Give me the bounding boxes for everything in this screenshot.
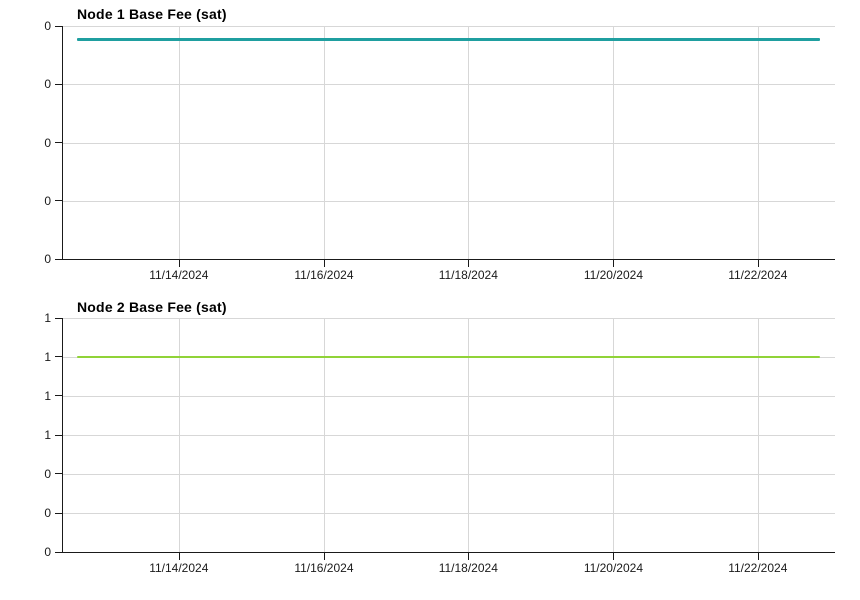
y-tick-label: 0 <box>44 466 51 481</box>
chart-title-node-2-base-fee: Node 2 Base Fee (sat) <box>77 299 227 315</box>
x-axis-tick <box>613 259 615 267</box>
y-axis-tick <box>55 317 63 319</box>
y-axis-tick <box>55 512 63 514</box>
x-tick-label: 11/16/2024 <box>294 268 354 282</box>
plot-area-node-1-base-fee: 0 0 0 0 0 11/14/2024 11/16/2024 11/18/2024 11/20… <box>44 19 835 282</box>
v-gridline <box>178 318 180 552</box>
y-tick-label: 0 <box>44 506 51 520</box>
x-tick-label: 11/20/2024 <box>583 268 643 282</box>
x-tick-label: 11/18/2024 <box>438 561 498 575</box>
chart-title-node-1-base-fee: Node 1 Base Fee (sat) <box>77 6 227 22</box>
y-axis-tick <box>55 434 63 436</box>
plot-area-node-2-base-fee: 1 1 1 1 0 0 0 11/14/2024 11/16/2024 11/18/2024 11/… <box>44 311 835 575</box>
y-tick-label: 0 <box>44 19 51 33</box>
x-axis-tick <box>613 552 615 560</box>
y-axis-tick <box>55 83 63 85</box>
y-axis-tick <box>55 200 63 202</box>
series-line-node-1-base-fee <box>76 38 820 41</box>
x-axis-tick <box>757 552 759 560</box>
y-axis-tick <box>55 25 63 27</box>
y-tick-label: 0 <box>44 135 51 150</box>
x-tick-label: 11/22/2024 <box>728 561 788 575</box>
series-line-node-2-base-fee <box>76 355 820 359</box>
x-tick-label: 11/14/2024 <box>149 268 209 282</box>
x-axis-tick <box>757 259 759 267</box>
v-gridline <box>323 26 325 259</box>
x-tick-label: 11/14/2024 <box>149 561 209 575</box>
y-tick-label: 0 <box>44 252 51 266</box>
y-axis-tick <box>55 473 63 475</box>
y-tick-label: 1 <box>44 311 51 325</box>
y-tick-label: 0 <box>44 545 51 559</box>
y-axis-tick <box>55 356 63 358</box>
x-axis-tick <box>468 552 470 560</box>
fee-charts-panel: Node 1 Base Fee (sat) 0 0 0 0 0 11/14/2024 11/… <box>0 0 860 600</box>
v-gridline <box>323 318 325 552</box>
y-axis-tick <box>55 258 63 260</box>
x-axis-tick <box>178 552 180 560</box>
x-axis-tick <box>323 552 325 560</box>
y-axis-tick <box>55 551 63 553</box>
x-axis-tick <box>323 259 325 267</box>
v-gridline <box>613 26 615 259</box>
y-tick-label: 1 <box>44 349 51 364</box>
v-gridline <box>178 26 180 259</box>
v-gridline <box>757 26 759 259</box>
x-tick-label: 11/18/2024 <box>438 268 498 282</box>
x-tick-label: 11/16/2024 <box>294 561 354 575</box>
v-gridline <box>468 318 470 552</box>
y-tick-label: 1 <box>44 428 51 442</box>
x-tick-label: 11/20/2024 <box>583 561 643 575</box>
y-axis-tick <box>55 142 63 143</box>
x-axis-tick <box>178 259 180 267</box>
v-gridline <box>468 26 470 259</box>
x-tick-label: 11/22/2024 <box>728 268 788 282</box>
v-gridline <box>613 318 615 552</box>
y-tick-label: 1 <box>44 388 51 403</box>
y-axis-tick <box>55 395 63 397</box>
x-axis-tick <box>468 259 470 267</box>
v-gridline <box>757 318 759 552</box>
y-tick-label: 0 <box>44 77 51 92</box>
y-tick-label: 0 <box>44 193 51 208</box>
